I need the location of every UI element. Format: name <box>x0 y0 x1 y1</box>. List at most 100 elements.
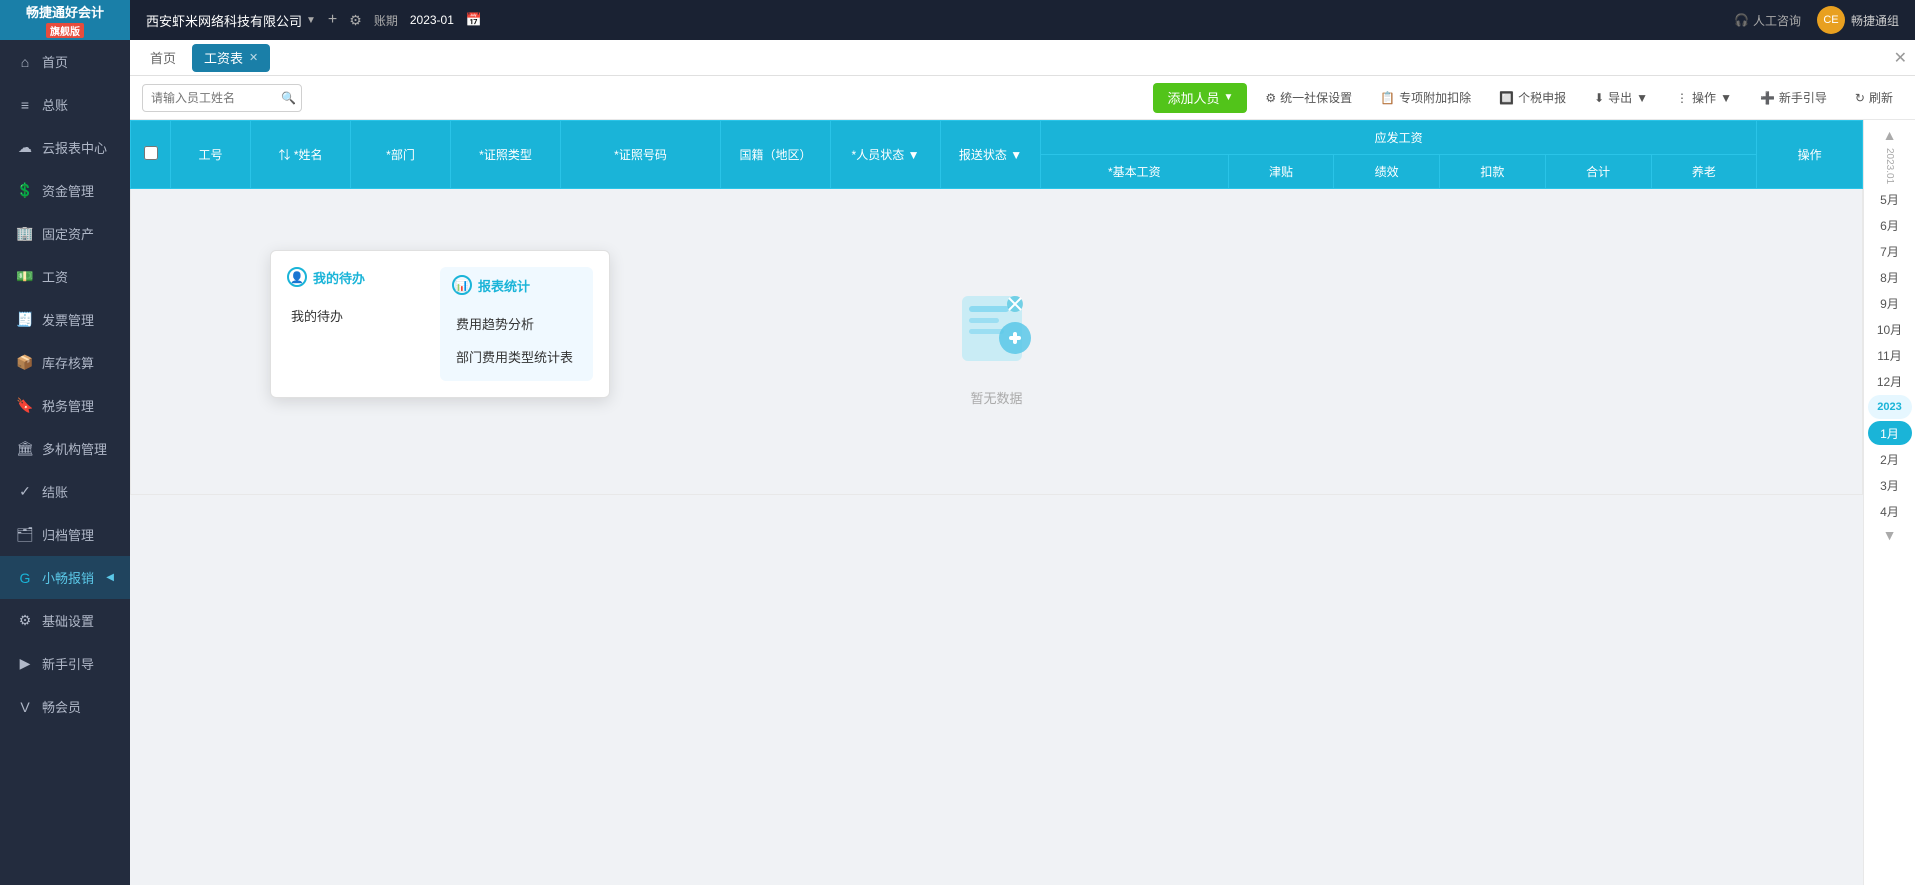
tab-salary-close-icon[interactable]: ✕ <box>249 51 258 64</box>
popup-item-cost-trend[interactable]: 费用趋势分析 <box>452 307 581 340</box>
sidebar-item-basic-settings[interactable]: ⚙ 基础设置 <box>0 599 130 642</box>
status-filter-icon[interactable]: ▼ <box>908 148 920 162</box>
sidebar-item-home[interactable]: ⌂ 首页 <box>0 40 130 83</box>
table-container: 工号 ⇅ *姓名 *部门 *证照类型 *证照号码 国籍（地区） *人员状态 ▼ <box>130 120 1863 885</box>
sidebar-item-salary[interactable]: 💵 工资 <box>0 255 130 298</box>
company-name-text: 西安虾米网络科技有限公司 <box>146 11 302 30</box>
sidebar-label-assets: 固定资产 <box>42 224 94 243</box>
header-add-button[interactable]: + <box>328 11 337 29</box>
user-name: 畅捷通组 <box>1851 12 1899 29</box>
top-header: 畅捷通好会计 旗舰版 西安虾米网络科技有限公司 ▼ + ⚙ 账期 2023-01… <box>0 0 1915 40</box>
search-icon[interactable]: 🔍 <box>281 91 296 105</box>
sidebar-label-archive: 归档管理 <box>42 525 94 544</box>
sidebar-item-multi-org[interactable]: 🏛 多机构管理 <box>0 427 130 470</box>
header-deduction: 扣款 <box>1440 155 1546 189</box>
sidebar-item-expense[interactable]: G 小畅报销 ◀ <box>0 556 130 599</box>
month-item-5[interactable]: 5月 <box>1868 187 1912 211</box>
app-badge: 旗舰版 <box>46 23 84 38</box>
month-item-12[interactable]: 12月 <box>1868 369 1912 393</box>
period-value: 2023-01 <box>410 13 454 27</box>
sidebar-item-tax[interactable]: 🔖 税务管理 <box>0 384 130 427</box>
company-selector[interactable]: 西安虾米网络科技有限公司 ▼ <box>146 11 316 30</box>
popup-item-todo[interactable]: 我的待办 <box>287 299 416 332</box>
tax-report-button[interactable]: 🔲 个税申报 <box>1489 84 1576 112</box>
export-button[interactable]: ⬇ 导出 ▼ <box>1584 84 1658 112</box>
header-middle: 西安虾米网络科技有限公司 ▼ + ⚙ 账期 2023-01 📅 <box>130 11 1734 30</box>
operation-label: 操作 <box>1692 89 1716 106</box>
new-guide-label: 新手引导 <box>1779 89 1827 106</box>
special-deduct-button[interactable]: 📋 专项附加扣除 <box>1370 84 1481 112</box>
tab-home[interactable]: 首页 <box>138 44 188 72</box>
popup-todo-title: 👤 我的待办 <box>287 267 416 287</box>
month-item-1-current[interactable]: 1月 <box>1868 421 1912 445</box>
export-label: 导出 <box>1608 89 1632 106</box>
main-layout: ⌂ 首页 ≡ 总账 ☁ 云报表中心 💲 资金管理 🏢 固定资产 💵 工资 🧾 发… <box>0 40 1915 885</box>
fund-icon: 💲 <box>16 182 34 199</box>
month-item-10[interactable]: 10月 <box>1868 317 1912 341</box>
header-total: 合计 <box>1545 155 1651 189</box>
user-info[interactable]: CE 畅捷通组 <box>1817 6 1899 34</box>
month-panel: ▲ 2023.01 5月 6月 7月 8月 9月 10月 11月 12月 202… <box>1863 120 1915 885</box>
month-item-8[interactable]: 8月 <box>1868 265 1912 289</box>
sidebar-item-archive[interactable]: 🗂 归档管理 <box>0 513 130 556</box>
header-id-num: *证照号码 <box>561 121 721 189</box>
social-label: 统一社保设置 <box>1280 89 1352 106</box>
closing-icon: ✓ <box>16 483 34 500</box>
new-guide-button[interactable]: ➕ 新手引导 <box>1750 84 1837 112</box>
service-link[interactable]: 🎧 人工咨询 <box>1734 12 1801 29</box>
header-country: 国籍（地区） <box>721 121 831 189</box>
add-person-chevron-icon: ▼ <box>1223 92 1233 103</box>
month-item-2[interactable]: 2月 <box>1868 447 1912 471</box>
sidebar-label-expense: 小畅报销 <box>42 568 94 587</box>
header-settings-button[interactable]: ⚙ <box>349 12 362 29</box>
sidebar-label-inventory: 库存核算 <box>42 353 94 372</box>
popup-report-icon: 📊 <box>452 275 472 295</box>
empty-text: 暂无数据 <box>970 388 1022 407</box>
toolbar: 🔍 添加人员 ▼ ⚙ 统一社保设置 📋 专项附加扣除 🔲 个税申报 ⬇ 导出 <box>130 76 1915 120</box>
ledger-icon: ≡ <box>16 97 34 113</box>
tab-bar-close-button[interactable]: ✕ <box>1894 48 1907 68</box>
sidebar-item-fixed-assets[interactable]: 🏢 固定资产 <box>0 212 130 255</box>
service-label: 人工咨询 <box>1753 12 1801 29</box>
month-item-11[interactable]: 11月 <box>1868 343 1912 367</box>
sidebar-item-member[interactable]: V 畅会员 <box>0 685 130 728</box>
sidebar-item-invoice[interactable]: 🧾 发票管理 <box>0 298 130 341</box>
report-filter-icon[interactable]: ▼ <box>1010 148 1022 162</box>
sidebar-item-inventory[interactable]: 📦 库存核算 <box>0 341 130 384</box>
calendar-icon[interactable]: 📅 <box>466 12 482 28</box>
tab-salary[interactable]: 工资表 ✕ <box>192 44 270 72</box>
sidebar-item-cloud-report[interactable]: ☁ 云报表中心 <box>0 126 130 169</box>
refresh-icon: ↻ <box>1855 91 1865 105</box>
sidebar-item-ledger[interactable]: ≡ 总账 <box>0 83 130 126</box>
add-person-button[interactable]: 添加人员 ▼ <box>1153 83 1247 113</box>
sidebar-item-fund[interactable]: 💲 资金管理 <box>0 169 130 212</box>
operation-button[interactable]: ⋮ 操作 ▼ <box>1666 84 1742 112</box>
month-nav-up[interactable]: ▲ <box>1874 124 1906 146</box>
tax-report-label: 个税申报 <box>1518 89 1566 106</box>
header-allowance: 津贴 <box>1228 155 1334 189</box>
sidebar-item-closing[interactable]: ✓ 结账 <box>0 470 130 513</box>
month-item-9[interactable]: 9月 <box>1868 291 1912 315</box>
month-nav-down[interactable]: ▼ <box>1874 524 1906 546</box>
social-icon: ⚙ <box>1265 91 1276 105</box>
assets-icon: 🏢 <box>16 225 34 242</box>
tax-icon2: 🔲 <box>1499 91 1514 105</box>
member-icon: V <box>16 699 34 715</box>
tax-icon: 🔖 <box>16 397 34 414</box>
social-insurance-button[interactable]: ⚙ 统一社保设置 <box>1255 84 1362 112</box>
add-person-label: 添加人员 <box>1167 88 1219 107</box>
month-item-3[interactable]: 3月 <box>1868 473 1912 497</box>
popup-sections: 👤 我的待办 我的待办 📊 报表统计 费用趋势分析 部门费用类型统计表 <box>287 267 593 381</box>
popup-todo-icon: 👤 <box>287 267 307 287</box>
popup-item-dept-cost[interactable]: 部门费用类型统计表 <box>452 340 581 373</box>
header-checkbox-col <box>131 121 171 189</box>
select-all-checkbox[interactable] <box>144 146 158 160</box>
sidebar-item-guide[interactable]: ▶ 新手引导 <box>0 642 130 685</box>
search-input[interactable] <box>151 91 281 105</box>
month-item-7[interactable]: 7月 <box>1868 239 1912 263</box>
logo-area: 畅捷通好会计 旗舰版 <box>0 0 130 40</box>
month-item-4[interactable]: 4月 <box>1868 499 1912 523</box>
sidebar-label-cloud: 云报表中心 <box>42 138 107 157</box>
refresh-button[interactable]: ↻ 刷新 <box>1845 84 1903 112</box>
month-item-6[interactable]: 6月 <box>1868 213 1912 237</box>
